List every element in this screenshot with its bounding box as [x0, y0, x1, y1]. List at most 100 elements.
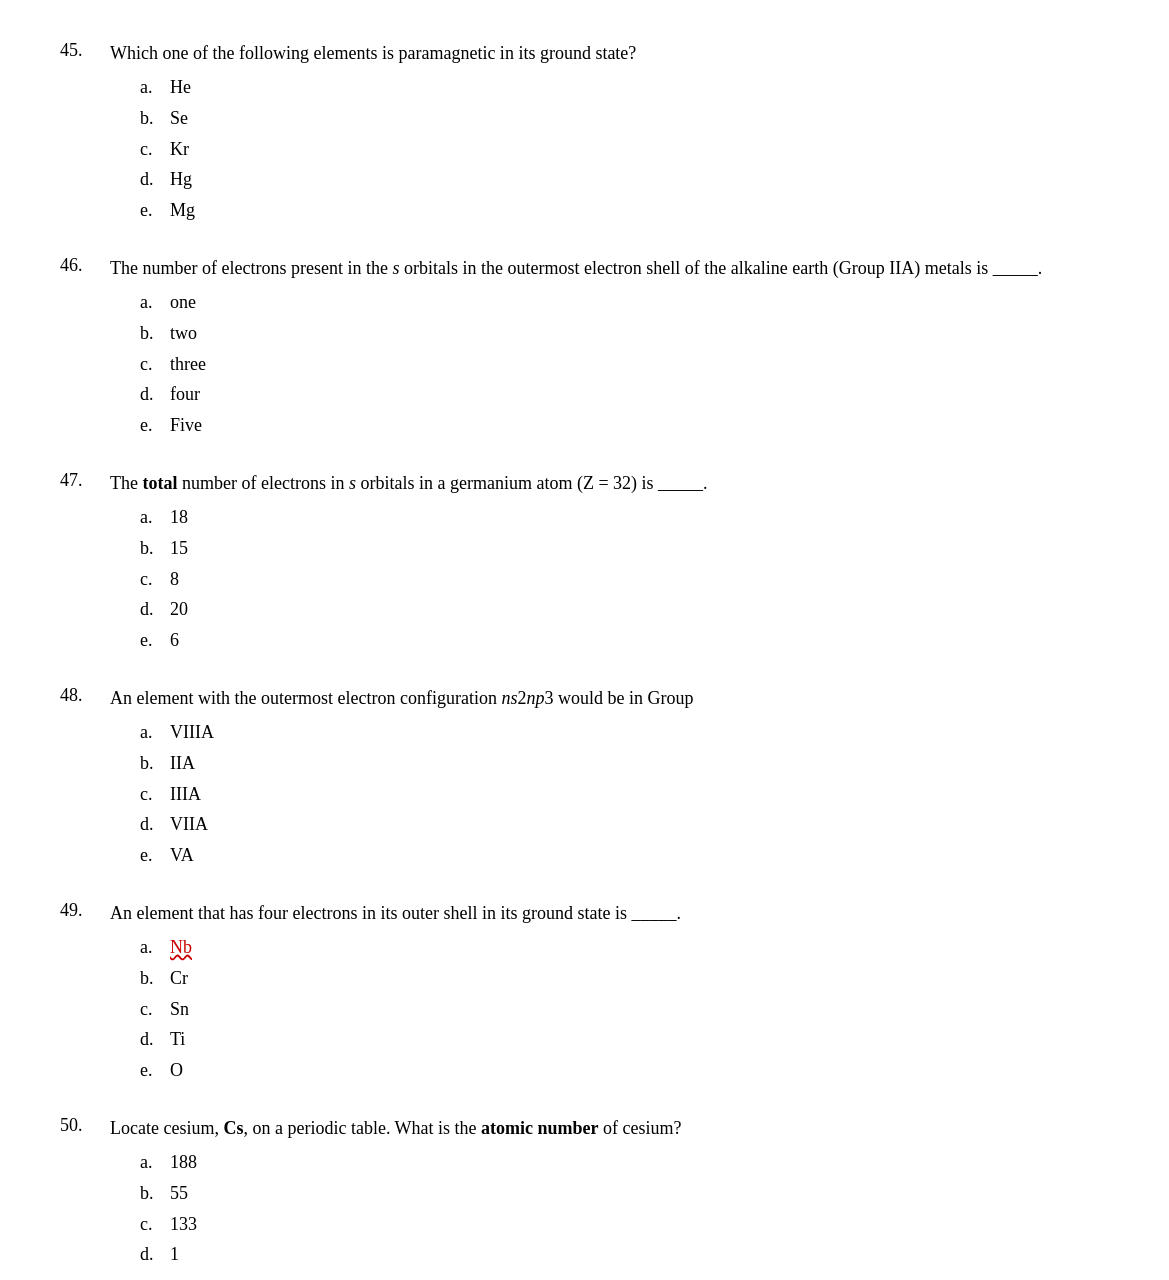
option-text: VA — [170, 841, 1109, 870]
options-list-50: a. 188 b. 55 c. 133 d. 1 — [140, 1148, 1109, 1269]
question-number-45: 45. — [60, 40, 110, 67]
list-item: b. 15 — [140, 534, 1109, 563]
option-text: 133 — [170, 1210, 1109, 1239]
option-text: O — [170, 1056, 1109, 1085]
option-text: three — [170, 350, 1109, 379]
option-text: Sn — [170, 995, 1109, 1024]
question-48: 48. An element with the outermost electr… — [60, 685, 1109, 870]
list-item: b. two — [140, 319, 1109, 348]
option-letter: a. — [140, 73, 170, 102]
list-item: d. 1 — [140, 1240, 1109, 1269]
question-50: 50. Locate cesium, Cs, on a periodic tab… — [60, 1115, 1109, 1269]
list-item: b. IIA — [140, 749, 1109, 778]
list-item: a. He — [140, 73, 1109, 102]
option-letter: e. — [140, 196, 170, 225]
option-text: Five — [170, 411, 1109, 440]
option-text: Mg — [170, 196, 1109, 225]
list-item: a. 18 — [140, 503, 1109, 532]
option-text: Kr — [170, 135, 1109, 164]
list-item: d. Hg — [140, 165, 1109, 194]
list-item: e. Five — [140, 411, 1109, 440]
italic-ns: ns — [501, 688, 517, 708]
option-text: IIA — [170, 749, 1109, 778]
option-text: IIIA — [170, 780, 1109, 809]
option-text: one — [170, 288, 1109, 317]
option-letter: c. — [140, 1210, 170, 1239]
list-item: b. Cr — [140, 964, 1109, 993]
list-item: a. Nb — [140, 933, 1109, 962]
options-list-46: a. one b. two c. three d. four e. Five — [140, 288, 1109, 440]
option-letter: a. — [140, 718, 170, 747]
option-text: 1 — [170, 1240, 1109, 1269]
options-list-48: a. VIIIA b. IIA c. IIIA d. VIIA e. VA — [140, 718, 1109, 870]
option-letter: e. — [140, 1056, 170, 1085]
option-text: Ti — [170, 1025, 1109, 1054]
question-number-47: 47. — [60, 470, 110, 497]
list-item: a. one — [140, 288, 1109, 317]
option-letter: b. — [140, 319, 170, 348]
question-45: 45. Which one of the following elements … — [60, 40, 1109, 225]
option-text: Se — [170, 104, 1109, 133]
option-text: 15 — [170, 534, 1109, 563]
list-item: d. 20 — [140, 595, 1109, 624]
list-item: e. O — [140, 1056, 1109, 1085]
question-text-46: The number of electrons present in the s… — [110, 255, 1109, 282]
list-item: c. IIIA — [140, 780, 1109, 809]
list-item: a. 188 — [140, 1148, 1109, 1177]
list-item: e. VA — [140, 841, 1109, 870]
list-item: d. Ti — [140, 1025, 1109, 1054]
list-item: a. VIIIA — [140, 718, 1109, 747]
question-number-48: 48. — [60, 685, 110, 712]
options-list-49: a. Nb b. Cr c. Sn d. Ti e. O — [140, 933, 1109, 1085]
option-letter: d. — [140, 595, 170, 624]
option-text: four — [170, 380, 1109, 409]
list-item: b. Se — [140, 104, 1109, 133]
list-item: c. Sn — [140, 995, 1109, 1024]
option-text: He — [170, 73, 1109, 102]
option-text: VIIIA — [170, 718, 1109, 747]
option-letter: c. — [140, 350, 170, 379]
options-list-45: a. He b. Se c. Kr d. Hg e. Mg — [140, 73, 1109, 225]
option-letter: e. — [140, 411, 170, 440]
option-letter: b. — [140, 104, 170, 133]
bold-total: total — [142, 473, 177, 493]
italic-s: s — [392, 258, 399, 278]
italic-np: np — [526, 688, 544, 708]
option-letter: c. — [140, 135, 170, 164]
question-46: 46. The number of electrons present in t… — [60, 255, 1109, 440]
list-item: c. 133 — [140, 1210, 1109, 1239]
question-text-47: The total number of electrons in s orbit… — [110, 470, 1109, 497]
option-text: Hg — [170, 165, 1109, 194]
option-text: 20 — [170, 595, 1109, 624]
option-letter: a. — [140, 503, 170, 532]
option-text: 8 — [170, 565, 1109, 594]
option-letter: a. — [140, 288, 170, 317]
question-text-50: Locate cesium, Cs, on a periodic table. … — [110, 1115, 1109, 1142]
option-letter: d. — [140, 1025, 170, 1054]
option-letter: b. — [140, 964, 170, 993]
question-47: 47. The total number of electrons in s o… — [60, 470, 1109, 655]
list-item: c. Kr — [140, 135, 1109, 164]
list-item: e. 6 — [140, 626, 1109, 655]
bold-cs: Cs — [223, 1118, 243, 1138]
option-letter: b. — [140, 749, 170, 778]
italic-s2: s — [349, 473, 356, 493]
list-item: b. 55 — [140, 1179, 1109, 1208]
question-number-50: 50. — [60, 1115, 110, 1142]
option-letter: e. — [140, 841, 170, 870]
option-letter: d. — [140, 1240, 170, 1269]
option-letter: c. — [140, 565, 170, 594]
list-item: c. 8 — [140, 565, 1109, 594]
list-item: c. three — [140, 350, 1109, 379]
option-letter: d. — [140, 165, 170, 194]
option-letter: b. — [140, 1179, 170, 1208]
question-text-45: Which one of the following elements is p… — [110, 40, 1109, 67]
question-text-49: An element that has four electrons in it… — [110, 900, 1109, 927]
option-text: 6 — [170, 626, 1109, 655]
option-letter: a. — [140, 933, 170, 962]
question-text-48: An element with the outermost electron c… — [110, 685, 1109, 712]
list-item: e. Mg — [140, 196, 1109, 225]
bold-atomic-number: atomic number — [481, 1118, 598, 1138]
option-text: 188 — [170, 1148, 1109, 1177]
list-item: d. four — [140, 380, 1109, 409]
